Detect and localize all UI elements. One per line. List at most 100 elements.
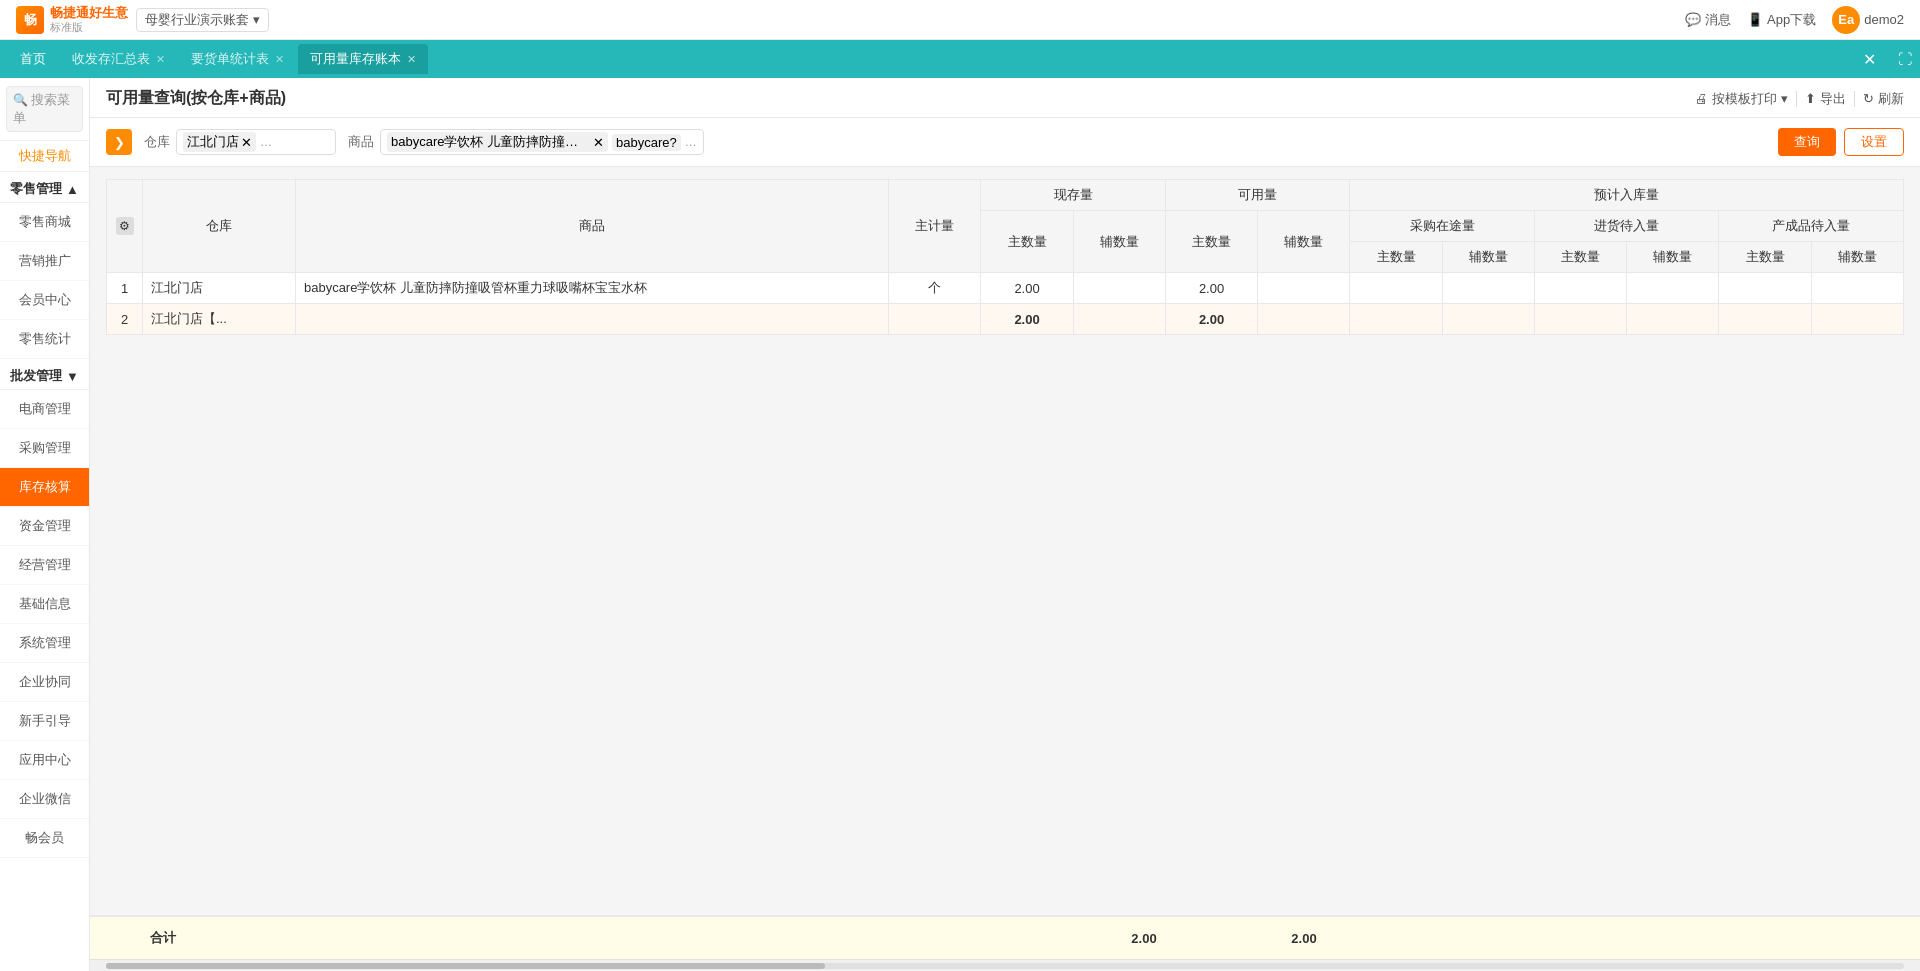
sidebar-item-guide[interactable]: 新手引导 xyxy=(0,702,89,741)
horizontal-scrollbar[interactable] xyxy=(90,959,1920,971)
tab-receive-close[interactable]: ✕ xyxy=(156,53,165,66)
sidebar-item-purchase[interactable]: 采购管理 xyxy=(0,429,89,468)
cell-production-aux-0 xyxy=(1811,273,1903,304)
user-profile[interactable]: Ea demo2 xyxy=(1832,6,1904,34)
tab-receive[interactable]: 收发存汇总表 ✕ xyxy=(60,44,177,74)
print-icon: 🖨 xyxy=(1695,91,1708,106)
cell-product-1 xyxy=(295,304,888,335)
th-production-group: 产成品待入量 xyxy=(1719,211,1904,242)
sidebar-section-wholesale[interactable]: 批发管理 ▼ xyxy=(0,359,89,390)
product-filter-tags[interactable]: babycare学饮杯 儿童防摔防撞吸管杯重力球吸嘴杯宝宝水杯 ✕ babyca… xyxy=(380,129,704,155)
th-avail-aux: 辅数量 xyxy=(1258,211,1350,273)
sidebar-search-area: 🔍 搜索菜单 xyxy=(0,78,89,141)
sidebar-item-finance[interactable]: 资金管理 xyxy=(0,507,89,546)
cell-incoming-aux-1 xyxy=(1627,304,1719,335)
th-warehouse: 仓库 xyxy=(143,180,296,273)
scrollbar-thumb[interactable] xyxy=(106,963,825,969)
product-filter-more[interactable]: … xyxy=(685,135,697,149)
sidebar-item-basic[interactable]: 基础信息 xyxy=(0,585,89,624)
tab-home[interactable]: 首页 xyxy=(8,44,58,74)
cell-purchase-aux-1 xyxy=(1442,304,1534,335)
cell-stock-main-0: 2.00 xyxy=(981,273,1073,304)
sidebar-item-app-center[interactable]: 应用中心 xyxy=(0,741,89,780)
cell-avail-aux-1 xyxy=(1258,304,1350,335)
cell-seq-1: 2 xyxy=(107,304,143,335)
table-settings-header: ⚙ xyxy=(107,180,143,273)
filter-toggle-button[interactable]: ❯ xyxy=(106,129,132,155)
cell-incoming-aux-0 xyxy=(1627,273,1719,304)
phone-icon: 📱 xyxy=(1747,12,1763,27)
th-purchase-aux: 辅数量 xyxy=(1442,242,1534,273)
app-download-action[interactable]: 📱 App下载 xyxy=(1747,11,1816,29)
sidebar-item-enterprise-wechat[interactable]: 企业微信 xyxy=(0,780,89,819)
cell-warehouse-1: 江北门店【... xyxy=(143,304,296,335)
sidebar-item-retail-mall[interactable]: 零售商城 xyxy=(0,203,89,242)
product-tag-0-remove[interactable]: ✕ xyxy=(593,135,604,150)
message-action[interactable]: 💬 消息 xyxy=(1685,11,1731,29)
th-purchase-transit-group: 采购在途量 xyxy=(1350,211,1535,242)
warehouse-filter-tags[interactable]: 江北门店 ✕ … xyxy=(176,129,336,155)
sidebar-quick-nav[interactable]: 快捷导航 xyxy=(0,141,89,172)
close-all-tabs[interactable]: ✕ xyxy=(1851,50,1888,69)
th-product: 商品 xyxy=(295,180,888,273)
tab-available-close[interactable]: ✕ xyxy=(407,53,416,66)
footer-avail-main: 2.00 xyxy=(1264,923,1344,953)
footer-production-main xyxy=(1744,923,1824,953)
cell-unit-1 xyxy=(889,304,981,335)
sidebar-item-vip-member[interactable]: 畅会员 xyxy=(0,819,89,858)
top-bar-left: 畅 畅捷通好生意 标准版 母婴行业演示账套 ▾ xyxy=(16,5,269,34)
top-bar: 畅 畅捷通好生意 标准版 母婴行业演示账套 ▾ 💬 消息 📱 App下载 Ea … xyxy=(0,0,1920,40)
cell-avail-main-1: 2.00 xyxy=(1165,304,1257,335)
cell-product-0: babycare学饮杯 儿童防摔防撞吸管杯重力球吸嘴杯宝宝水杯 xyxy=(295,273,888,304)
warehouse-filter-more[interactable]: … xyxy=(260,135,272,149)
product-filter-group: 商品 babycare学饮杯 儿童防摔防撞吸管杯重力球吸嘴杯宝宝水杯 ✕ bab… xyxy=(348,129,704,155)
cell-production-main-1 xyxy=(1719,304,1811,335)
search-menu-button[interactable]: 🔍 搜索菜单 xyxy=(6,86,83,132)
scrollbar-track[interactable] xyxy=(106,963,1904,969)
refresh-button[interactable]: ↻ 刷新 xyxy=(1863,90,1904,108)
th-incoming-aux: 辅数量 xyxy=(1627,242,1719,273)
query-button[interactable]: 查询 xyxy=(1778,128,1836,156)
template-print-button[interactable]: 🖨 按模板打印 ▾ xyxy=(1695,90,1788,108)
filter-actions: 查询 设置 xyxy=(1778,128,1904,156)
cell-incoming-main-1 xyxy=(1534,304,1626,335)
footer-stock-main: 2.00 xyxy=(1104,923,1184,953)
cell-purchase-main-0 xyxy=(1350,273,1442,304)
th-incoming-main: 主数量 xyxy=(1534,242,1626,273)
sidebar-item-marketing[interactable]: 营销推广 xyxy=(0,242,89,281)
settings-button[interactable]: 设置 xyxy=(1844,128,1904,156)
sidebar-section-retail[interactable]: 零售管理 ▲ xyxy=(0,172,89,203)
cell-purchase-aux-0 xyxy=(1442,273,1534,304)
footer-avail-aux xyxy=(1344,923,1424,953)
cell-production-main-0 xyxy=(1719,273,1811,304)
table-footer: 合计 2.00 2.00 xyxy=(90,915,1920,959)
product-filter-label: 商品 xyxy=(348,133,374,151)
warehouse-tag-remove[interactable]: ✕ xyxy=(241,135,252,150)
cell-stock-aux-1 xyxy=(1073,304,1165,335)
divider2 xyxy=(1854,91,1855,107)
sidebar-item-system[interactable]: 系统管理 xyxy=(0,624,89,663)
sidebar-item-operation[interactable]: 经营管理 xyxy=(0,546,89,585)
table-settings-icon[interactable]: ⚙ xyxy=(116,217,134,235)
tab-available[interactable]: 可用量库存账本 ✕ xyxy=(298,44,428,74)
footer-stock-aux xyxy=(1184,923,1264,953)
tab-order[interactable]: 要货单统计表 ✕ xyxy=(179,44,296,74)
sidebar-item-member[interactable]: 会员中心 xyxy=(0,281,89,320)
sidebar-item-inventory[interactable]: 库存核算 xyxy=(0,468,89,507)
chevron-down-icon: ▼ xyxy=(66,369,79,384)
sidebar-item-ecommerce[interactable]: 电商管理 xyxy=(0,390,89,429)
filter-bar: ❯ 仓库 江北门店 ✕ … 商品 babycare学饮杯 儿童防摔防撞吸管杯重力… xyxy=(90,118,1920,167)
refresh-icon: ↻ xyxy=(1863,91,1874,106)
tab-order-close[interactable]: ✕ xyxy=(275,53,284,66)
export-button[interactable]: ⬆ 导出 xyxy=(1805,90,1846,108)
sidebar-item-retail-stats[interactable]: 零售统计 xyxy=(0,320,89,359)
footer-incoming-main xyxy=(1584,923,1664,953)
industry-selector[interactable]: 母婴行业演示账套 ▾ xyxy=(136,8,269,32)
page-header: 可用量查询(按仓库+商品) 🖨 按模板打印 ▾ ⬆ 导出 ↻ 刷新 xyxy=(90,78,1920,118)
cell-stock-main-1: 2.00 xyxy=(981,304,1073,335)
message-icon: 💬 xyxy=(1685,12,1701,27)
footer-incoming-aux xyxy=(1664,923,1744,953)
sidebar-item-cooperation[interactable]: 企业协同 xyxy=(0,663,89,702)
page-header-actions: 🖨 按模板打印 ▾ ⬆ 导出 ↻ 刷新 xyxy=(1695,90,1904,116)
maximize-button[interactable]: ⛶ xyxy=(1890,51,1920,67)
